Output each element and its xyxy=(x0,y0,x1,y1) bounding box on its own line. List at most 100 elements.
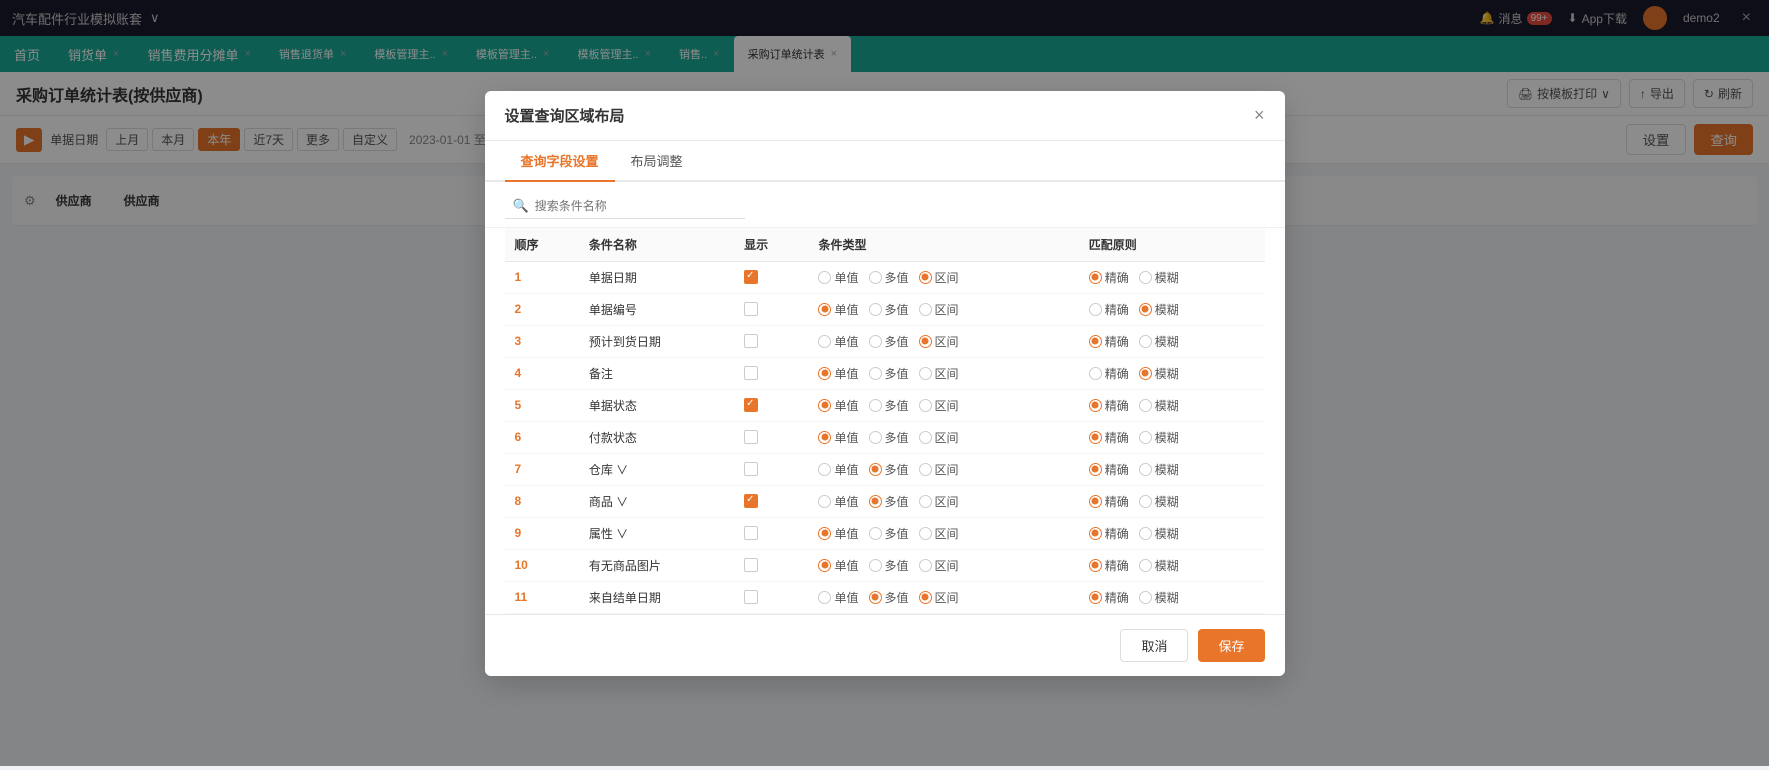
match-exact-2[interactable]: 精确 xyxy=(1089,333,1129,350)
row-type-5: 单值 多值 区间 xyxy=(808,421,1078,453)
type-single-4[interactable]: 单值 xyxy=(818,397,858,414)
match-fuzzy-9[interactable]: 模糊 xyxy=(1139,557,1179,574)
checkbox-row-0[interactable] xyxy=(744,270,758,284)
checkbox-row-4[interactable] xyxy=(744,398,758,412)
row-order-2: 3 xyxy=(505,325,579,357)
type-single-8[interactable]: 单值 xyxy=(818,525,858,542)
table-row: 4备注 单值 多值 区间 精确 xyxy=(505,357,1265,389)
match-fuzzy-8[interactable]: 模糊 xyxy=(1139,525,1179,542)
type-single-9[interactable]: 单值 xyxy=(818,557,858,574)
checkbox-row-5[interactable] xyxy=(744,430,758,444)
type-single-10[interactable]: 单值 xyxy=(818,589,858,606)
type-range-0[interactable]: 区间 xyxy=(919,269,959,286)
match-fuzzy-7[interactable]: 模糊 xyxy=(1139,493,1179,510)
row-display-8 xyxy=(734,517,808,549)
match-exact-3[interactable]: 精确 xyxy=(1089,365,1129,382)
row-match-10: 精确 模糊 xyxy=(1079,581,1265,613)
match-exact-0[interactable]: 精确 xyxy=(1089,269,1129,286)
checkbox-row-2[interactable] xyxy=(744,334,758,348)
match-exact-5[interactable]: 精确 xyxy=(1089,429,1129,446)
checkbox-row-7[interactable] xyxy=(744,494,758,508)
checkbox-row-1[interactable] xyxy=(744,302,758,316)
modal-footer: 取消 保存 xyxy=(485,614,1285,676)
type-single-3[interactable]: 单值 xyxy=(818,365,858,382)
row-match-7: 精确 模糊 xyxy=(1079,485,1265,517)
checkbox-row-3[interactable] xyxy=(744,366,758,380)
type-range-8[interactable]: 区间 xyxy=(919,525,959,542)
search-input[interactable] xyxy=(535,199,735,213)
match-exact-1[interactable]: 精确 xyxy=(1089,301,1129,318)
type-multi-0[interactable]: 多值 xyxy=(869,269,909,286)
row-type-7: 单值 多值 区间 xyxy=(808,485,1078,517)
type-multi-4[interactable]: 多值 xyxy=(869,397,909,414)
save-button[interactable]: 保存 xyxy=(1198,629,1264,662)
type-range-5[interactable]: 区间 xyxy=(919,429,959,446)
type-multi-3[interactable]: 多值 xyxy=(869,365,909,382)
row-order-10: 11 xyxy=(505,581,579,613)
match-exact-8[interactable]: 精确 xyxy=(1089,525,1129,542)
type-multi-6[interactable]: 多值 xyxy=(869,461,909,478)
type-range-4[interactable]: 区间 xyxy=(919,397,959,414)
type-range-2[interactable]: 区间 xyxy=(919,333,959,350)
checkbox-row-6[interactable] xyxy=(744,462,758,476)
type-range-9[interactable]: 区间 xyxy=(919,557,959,574)
col-display: 显示 xyxy=(734,228,808,262)
type-range-10[interactable]: 区间 xyxy=(919,589,959,606)
type-single-1[interactable]: 单值 xyxy=(818,301,858,318)
row-type-0: 单值 多值 区间 xyxy=(808,261,1078,293)
table-row: 3预计到货日期 单值 多值 区间 精确 xyxy=(505,325,1265,357)
row-type-4: 单值 多值 区间 xyxy=(808,389,1078,421)
table-row: 1单据日期 单值 多值 区间 精确 xyxy=(505,261,1265,293)
row-type-1: 单值 多值 区间 xyxy=(808,293,1078,325)
type-multi-5[interactable]: 多值 xyxy=(869,429,909,446)
match-exact-7[interactable]: 精确 xyxy=(1089,493,1129,510)
checkbox-row-8[interactable] xyxy=(744,526,758,540)
checkbox-row-10[interactable] xyxy=(744,590,758,604)
row-order-4: 5 xyxy=(505,389,579,421)
type-multi-2[interactable]: 多值 xyxy=(869,333,909,350)
type-multi-1[interactable]: 多值 xyxy=(869,301,909,318)
match-fuzzy-5[interactable]: 模糊 xyxy=(1139,429,1179,446)
match-fuzzy-0[interactable]: 模糊 xyxy=(1139,269,1179,286)
modal-tab-query-fields[interactable]: 查询字段设置 xyxy=(505,141,615,182)
cancel-button[interactable]: 取消 xyxy=(1120,629,1188,662)
match-fuzzy-10[interactable]: 模糊 xyxy=(1139,589,1179,606)
match-fuzzy-4[interactable]: 模糊 xyxy=(1139,397,1179,414)
match-exact-9[interactable]: 精确 xyxy=(1089,557,1129,574)
match-exact-4[interactable]: 精确 xyxy=(1089,397,1129,414)
type-single-0[interactable]: 单值 xyxy=(818,269,858,286)
type-multi-10[interactable]: 多值 xyxy=(869,589,909,606)
match-fuzzy-1[interactable]: 模糊 xyxy=(1139,301,1179,318)
type-range-3[interactable]: 区间 xyxy=(919,365,959,382)
modal-tab-layout[interactable]: 布局调整 xyxy=(615,141,699,182)
type-range-6[interactable]: 区间 xyxy=(919,461,959,478)
row-match-3: 精确 模糊 xyxy=(1079,357,1265,389)
type-multi-8[interactable]: 多值 xyxy=(869,525,909,542)
row-type-3: 单值 多值 区间 xyxy=(808,357,1078,389)
modal-close-button[interactable]: × xyxy=(1254,106,1265,124)
row-name-2: 预计到货日期 xyxy=(579,325,734,357)
type-single-5[interactable]: 单值 xyxy=(818,429,858,446)
type-single-2[interactable]: 单值 xyxy=(818,333,858,350)
type-single-7[interactable]: 单值 xyxy=(818,493,858,510)
table-row: 7仓库 ∨ 单值 多值 区间 精确 xyxy=(505,453,1265,485)
checkbox-row-9[interactable] xyxy=(744,558,758,572)
match-fuzzy-6[interactable]: 模糊 xyxy=(1139,461,1179,478)
col-order: 顺序 xyxy=(505,228,579,262)
modal-search-area: 🔍 xyxy=(485,182,1285,228)
row-name-7: 商品 ∨ xyxy=(579,485,734,517)
match-fuzzy-2[interactable]: 模糊 xyxy=(1139,333,1179,350)
match-fuzzy-3[interactable]: 模糊 xyxy=(1139,365,1179,382)
row-match-0: 精确 模糊 xyxy=(1079,261,1265,293)
row-order-6: 7 xyxy=(505,453,579,485)
row-display-10 xyxy=(734,581,808,613)
match-exact-6[interactable]: 精确 xyxy=(1089,461,1129,478)
match-exact-10[interactable]: 精确 xyxy=(1089,589,1129,606)
type-multi-7[interactable]: 多值 xyxy=(869,493,909,510)
table-row: 9属性 ∨ 单值 多值 区间 精确 xyxy=(505,517,1265,549)
type-range-1[interactable]: 区间 xyxy=(919,301,959,318)
type-single-6[interactable]: 单值 xyxy=(818,461,858,478)
search-icon: 🔍 xyxy=(513,198,529,214)
type-range-7[interactable]: 区间 xyxy=(919,493,959,510)
type-multi-9[interactable]: 多值 xyxy=(869,557,909,574)
